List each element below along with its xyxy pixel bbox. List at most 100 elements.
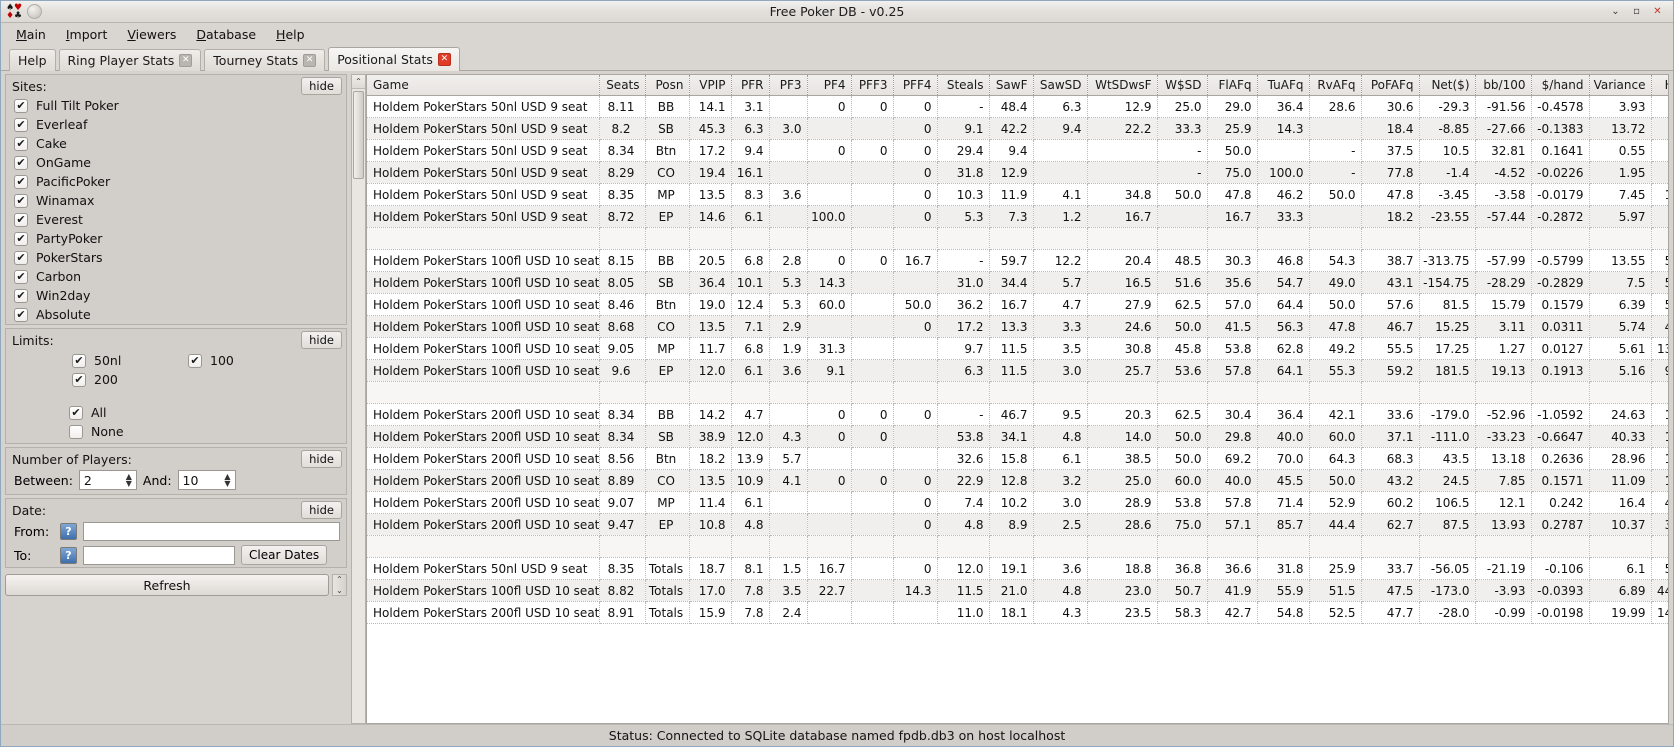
column-header-hds[interactable]: Hds: [1651, 75, 1668, 96]
table-row[interactable]: Holdem PokerStars 100fl USD 10 seat 9.6 EP…: [367, 359, 1668, 382]
site-checkbox-row[interactable]: ✔ Winamax: [6, 191, 346, 210]
sites-hide-button[interactable]: hide: [301, 77, 342, 95]
limit-checkbox-50nl[interactable]: ✔ 50nl: [6, 351, 176, 370]
column-header-pff3[interactable]: PFF3: [851, 75, 894, 96]
column-header-variance[interactable]: Variance: [1589, 75, 1652, 96]
limit-checkbox-all[interactable]: ✔ All: [6, 403, 176, 422]
menu-database[interactable]: Database: [187, 25, 265, 44]
menu-viewers[interactable]: Viewers: [118, 25, 185, 44]
checkbox-icon[interactable]: ✔: [14, 231, 28, 246]
column-header-seats[interactable]: Seats: [599, 75, 646, 96]
checkbox-icon[interactable]: ✔: [14, 288, 28, 303]
table-row[interactable]: Holdem PokerStars 100fl USD 10 seat 8.15 B…: [367, 249, 1668, 272]
minimize-icon[interactable]: ⌄: [1608, 4, 1623, 19]
column-header-game[interactable]: Game: [367, 75, 600, 96]
scrollbar-thumb[interactable]: [353, 91, 364, 179]
checkbox-icon[interactable]: ✔: [14, 269, 28, 284]
date-from-input[interactable]: [83, 522, 340, 541]
players-min-stepper[interactable]: 2 ▲ ▼: [78, 470, 137, 490]
limit-checkbox-200[interactable]: ✔ 200: [6, 370, 176, 389]
site-checkbox-row[interactable]: ✔ PokerStars: [6, 248, 346, 267]
menu-help[interactable]: Help: [267, 25, 314, 44]
column-header-steals[interactable]: Steals: [937, 75, 990, 96]
checkbox-icon[interactable]: ✔: [14, 136, 28, 151]
table-row[interactable]: Holdem PokerStars 50nl USD 9 seat 8.34 Btn…: [367, 139, 1668, 162]
site-checkbox-row[interactable]: ✔ Full Tilt Poker: [6, 96, 346, 115]
site-checkbox-row[interactable]: ✔ Everest: [6, 210, 346, 229]
column-header-sawf[interactable]: SawF: [989, 75, 1034, 96]
checkbox-icon[interactable]: ✔: [14, 174, 28, 189]
checkbox-icon[interactable]: ✔: [188, 353, 202, 368]
sidebar-scrollbar[interactable]: ⌃ ⌄: [332, 574, 347, 596]
table-row[interactable]: Holdem PokerStars 200fl USD 10 seat 9.07 M…: [367, 491, 1668, 514]
scroll-up-icon[interactable]: ⌃: [336, 575, 343, 584]
table-row[interactable]: Holdem PokerStars 50nl USD 9 seat 8.35 MP 1…: [367, 183, 1668, 206]
table-row[interactable]: Holdem PokerStars 200fl USD 10 seat 8.34 B…: [367, 403, 1668, 426]
column-header-rvafq[interactable]: RvAFq: [1309, 75, 1362, 96]
column-header-wsd[interactable]: W$SD: [1157, 75, 1208, 96]
site-checkbox-row[interactable]: ✔ PacificPoker: [6, 172, 346, 191]
table-row[interactable]: Holdem PokerStars 200fl USD 10 seat 8.91 T…: [367, 601, 1668, 624]
limit-checkbox-100[interactable]: ✔ 100: [176, 351, 346, 370]
checkbox-icon[interactable]: ✔: [14, 250, 28, 265]
table-row[interactable]: Holdem PokerStars 50nl USD 9 seat 8.11 BB 1…: [367, 95, 1668, 118]
tab-ring-player-stats[interactable]: Ring Player Stats ✕: [58, 49, 202, 71]
column-header-pf3[interactable]: PF3: [769, 75, 808, 96]
calendar-icon[interactable]: ?: [60, 523, 77, 540]
menu-main[interactable]: Main: [7, 25, 55, 44]
date-hide-button[interactable]: hide: [301, 501, 342, 519]
column-header-flafq[interactable]: FlAFq: [1207, 75, 1258, 96]
column-header-pf4[interactable]: PF4: [807, 75, 852, 96]
clear-dates-button[interactable]: Clear Dates: [241, 545, 328, 565]
close-icon[interactable]: ✕: [1650, 4, 1665, 19]
tab-close-icon[interactable]: ✕: [437, 53, 451, 66]
calendar-icon[interactable]: ?: [60, 546, 77, 564]
refresh-button[interactable]: Refresh: [5, 574, 329, 596]
checkbox-icon[interactable]: ✔: [72, 372, 86, 387]
menu-import[interactable]: Import: [57, 25, 117, 44]
scroll-down-icon[interactable]: ⌄: [336, 586, 343, 595]
stepper-arrows-icon[interactable]: ▲ ▼: [126, 473, 134, 488]
table-row[interactable]: Holdem PokerStars 50nl USD 9 seat 8.2 SB 45…: [367, 117, 1668, 140]
tab-close-icon[interactable]: ✕: [303, 54, 317, 67]
column-header-bb100[interactable]: bb/100: [1475, 75, 1532, 96]
table-row[interactable]: Holdem PokerStars 50nl USD 9 seat 8.29 CO 1…: [367, 161, 1668, 184]
column-header-wtsdwsf[interactable]: WtSDwsF: [1087, 75, 1158, 96]
tab-close-icon[interactable]: ✕: [179, 54, 193, 67]
table-row[interactable]: Holdem PokerStars 100fl USD 10 seat 9.05 M…: [367, 337, 1668, 360]
column-header-posn[interactable]: Posn: [645, 75, 690, 96]
column-header-pofafq[interactable]: PoFAFq: [1361, 75, 1420, 96]
table-row[interactable]: Holdem PokerStars 200fl USD 10 seat 8.34 S…: [367, 425, 1668, 448]
checkbox-icon[interactable]: ✔: [14, 212, 28, 227]
site-checkbox-row[interactable]: ✔ PartyPoker: [6, 229, 346, 248]
checkbox-icon[interactable]: ✔: [14, 98, 28, 113]
table-row[interactable]: Holdem PokerStars 100fl USD 10 seat 8.68 C…: [367, 315, 1668, 338]
site-checkbox-row[interactable]: ✔ Everleaf: [6, 115, 346, 134]
column-header-pff4[interactable]: PFF4: [893, 75, 938, 96]
site-checkbox-row[interactable]: ✔ OnGame: [6, 153, 346, 172]
column-header-vpip[interactable]: VPIP: [689, 75, 732, 96]
tab-help[interactable]: Help: [9, 49, 56, 71]
site-checkbox-row[interactable]: ✔ Win2day: [6, 286, 346, 305]
limits-hide-button[interactable]: hide: [301, 331, 342, 349]
table-row[interactable]: Holdem PokerStars 50nl USD 9 seat 8.72 EP 1…: [367, 205, 1668, 228]
table-row[interactable]: Holdem PokerStars 200fl USD 10 seat 9.47 E…: [367, 513, 1668, 536]
maximize-icon[interactable]: ▫: [1629, 4, 1644, 19]
tab-positional-stats[interactable]: Positional Stats ✕: [328, 47, 460, 71]
scroll-up-icon[interactable]: ⌃: [352, 75, 365, 89]
date-to-input[interactable]: [83, 545, 235, 565]
table-row[interactable]: Holdem PokerStars 100fl USD 10 seat 8.05 S…: [367, 271, 1668, 294]
tab-tourney-stats[interactable]: Tourney Stats ✕: [204, 49, 326, 71]
column-header-sawsd[interactable]: SawSD: [1033, 75, 1088, 96]
column-header-tuafq[interactable]: TuAFq: [1257, 75, 1310, 96]
checkbox-icon[interactable]: ✔: [14, 117, 28, 132]
table-vertical-scrollbar[interactable]: ⌃: [351, 74, 366, 724]
column-header-net[interactable]: Net($): [1419, 75, 1476, 96]
players-max-stepper[interactable]: 10 ▲ ▼: [177, 470, 236, 490]
checkbox-icon[interactable]: ✔: [69, 405, 83, 420]
players-hide-button[interactable]: hide: [301, 450, 342, 468]
stepper-arrows-icon[interactable]: ▲ ▼: [224, 473, 232, 488]
checkbox-icon[interactable]: ✔: [14, 193, 28, 208]
table-row[interactable]: Holdem PokerStars 200fl USD 10 seat 8.56 B…: [367, 447, 1668, 470]
table-row[interactable]: Holdem PokerStars 50nl USD 9 seat 8.35 Tot…: [367, 557, 1668, 580]
